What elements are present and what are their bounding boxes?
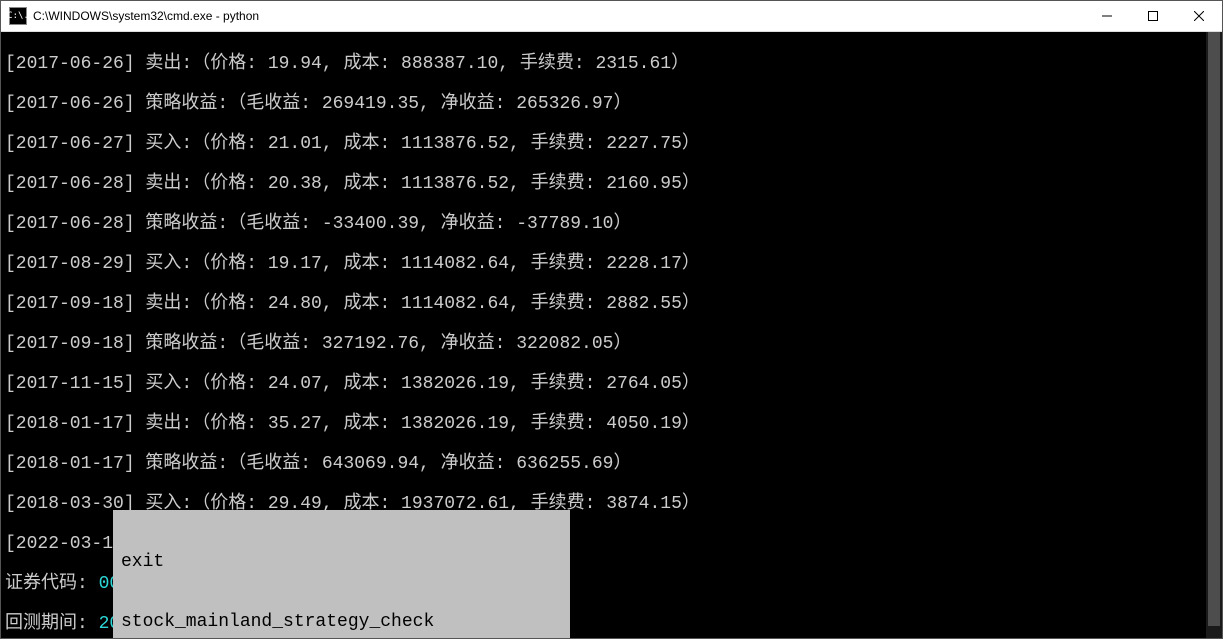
terminal-scrollbar[interactable] [1206, 32, 1222, 638]
cmd-window: C:\. C:\WINDOWS\system32\cmd.exe - pytho… [0, 0, 1223, 639]
log-line: [2017-06-26] 策略收益:（毛收益: 269419.35, 净收益: … [5, 94, 1218, 114]
log-line: [2017-09-18] 策略收益:（毛收益: 327192.76, 净收益: … [5, 334, 1218, 354]
log-line: [2017-08-29] 买入:（价格: 19.17, 成本: 1114082.… [5, 254, 1218, 274]
minimize-button[interactable] [1084, 1, 1130, 31]
window-title: C:\WINDOWS\system32\cmd.exe - python [33, 9, 259, 23]
log-line: [2017-06-28] 策略收益:（毛收益: -33400.39, 净收益: … [5, 214, 1218, 234]
log-line: [2017-06-27] 买入:（价格: 21.01, 成本: 1113876.… [5, 134, 1218, 154]
log-line: [2017-06-26] 卖出:（价格: 19.94, 成本: 888387.1… [5, 54, 1218, 74]
log-line: [2017-09-18] 卖出:（价格: 24.80, 成本: 1114082.… [5, 294, 1218, 314]
maximize-icon [1148, 11, 1158, 21]
log-line: [2018-01-17] 卖出:（价格: 35.27, 成本: 1382026.… [5, 414, 1218, 434]
autocomplete-popup[interactable]: exit stock_mainland_strategy_check stock… [113, 510, 570, 638]
log-line: [2017-06-28] 卖出:（价格: 20.38, 成本: 1113876.… [5, 174, 1218, 194]
close-icon [1194, 11, 1204, 21]
autocomplete-item[interactable]: stock_mainland_strategy_check [121, 612, 562, 632]
minimize-icon [1102, 11, 1112, 21]
log-line: [2018-01-17] 策略收益:（毛收益: 643069.94, 净收益: … [5, 454, 1218, 474]
terminal-area[interactable]: [2017-06-26] 卖出:（价格: 19.94, 成本: 888387.1… [1, 32, 1222, 638]
titlebar[interactable]: C:\. C:\WINDOWS\system32\cmd.exe - pytho… [1, 1, 1222, 32]
close-button[interactable] [1176, 1, 1222, 31]
log-line: [2017-11-15] 买入:（价格: 24.07, 成本: 1382026.… [5, 374, 1218, 394]
maximize-button[interactable] [1130, 1, 1176, 31]
cmd-icon: C:\. [9, 7, 27, 25]
scrollbar-thumb[interactable] [1208, 32, 1220, 626]
autocomplete-item[interactable]: exit [121, 552, 562, 572]
